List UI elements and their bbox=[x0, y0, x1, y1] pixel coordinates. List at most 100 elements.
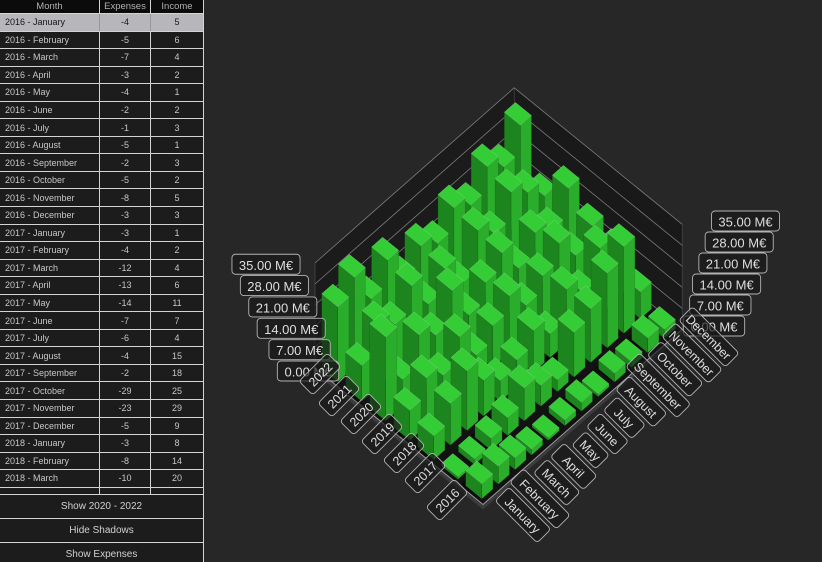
cell-expenses: -14 bbox=[100, 294, 151, 312]
svg-text:14.00 M€: 14.00 M€ bbox=[699, 278, 754, 293]
svg-text:7.00 M€: 7.00 M€ bbox=[697, 299, 745, 314]
cell-expenses: -23 bbox=[100, 400, 151, 417]
column-header-month: Month bbox=[0, 0, 100, 13]
table-row[interactable]: 2016 - February -5 6 bbox=[0, 31, 203, 50]
cell-expenses: -5 bbox=[100, 171, 151, 189]
cell-income: 1 bbox=[174, 140, 180, 151]
cell-month: 2016 - November bbox=[0, 189, 100, 207]
table-row[interactable]: 2016 - October -5 2 bbox=[0, 171, 203, 190]
cell-income: 3 bbox=[174, 210, 180, 221]
cell-month: 2017 - October bbox=[0, 382, 100, 400]
cell-expenses: -7 bbox=[100, 312, 151, 329]
table-row[interactable]: 2017 - January -3 1 bbox=[0, 224, 203, 243]
table-row[interactable]: 2017 - September -2 18 bbox=[0, 364, 203, 383]
cell-income: 2 bbox=[174, 69, 180, 80]
table-row[interactable]: 2017 - November -23 29 bbox=[0, 400, 203, 418]
table-row[interactable]: 2017 - October -29 25 bbox=[0, 382, 203, 401]
cell-income: 4 bbox=[174, 52, 180, 63]
cell-expenses: -1 bbox=[100, 119, 151, 136]
cell-month: 2018 - February bbox=[0, 452, 100, 470]
table-row[interactable]: 2017 - July -6 4 bbox=[0, 329, 203, 348]
cell-month: 2017 - February bbox=[0, 242, 100, 259]
cell-month: 2017 - May bbox=[0, 294, 100, 312]
y-axis-tick-label-right: 28.00 M€ bbox=[704, 231, 774, 253]
show-expenses-button[interactable]: Show Expenses bbox=[0, 542, 203, 562]
cell-income: 20 bbox=[171, 473, 182, 484]
data-panel: Month Expenses Income 2016 - January -4 5 2… bbox=[0, 0, 204, 562]
month-table: Month Expenses Income 2016 - January -4 5 2… bbox=[0, 0, 203, 495]
show-2020-2022-button[interactable]: Show 2020 - 2022 bbox=[0, 494, 203, 519]
table-row[interactable]: 2016 - March -7 4 bbox=[0, 49, 203, 67]
cell-expenses: -3 bbox=[100, 224, 151, 242]
table-row[interactable]: 2018 - March -10 20 bbox=[0, 470, 203, 488]
cell-expenses: -8 bbox=[100, 189, 151, 207]
cell-month: 2016 - June bbox=[0, 101, 100, 119]
table-row[interactable]: 2017 - March -12 4 bbox=[0, 259, 203, 278]
app-window: Month Expenses Income 2016 - January -4 5 2… bbox=[0, 0, 822, 562]
column-header-income: Income bbox=[161, 1, 193, 12]
cell-income: 4 bbox=[174, 333, 180, 344]
y-axis-tick-label-left: 7.00 M€ bbox=[268, 339, 331, 361]
cell-month: 2016 - January bbox=[0, 14, 100, 31]
cell-income: 7 bbox=[174, 315, 180, 326]
svg-text:35.00 M€: 35.00 M€ bbox=[718, 215, 773, 230]
cell-expenses: -13 bbox=[100, 277, 151, 294]
table-row[interactable]: 2017 - June -7 7 bbox=[0, 312, 203, 330]
cell-income: 4 bbox=[174, 262, 180, 273]
table-row[interactable]: 2017 - May -14 11 bbox=[0, 294, 203, 313]
cell-income: 2 bbox=[174, 105, 180, 115]
table-row[interactable]: 2017 - December -5 9 bbox=[0, 417, 203, 436]
cell-expenses: -7 bbox=[100, 49, 151, 66]
svg-text:14.00 M€: 14.00 M€ bbox=[264, 322, 319, 337]
cell-income: 11 bbox=[172, 298, 182, 309]
y-axis-tick-label-left: 35.00 M€ bbox=[231, 253, 301, 275]
cell-income: 5 bbox=[174, 17, 180, 28]
chart-canvas[interactable]: 0.00 M€0.00 M€7.00 M€7.00 M€14.00 M€14.0… bbox=[205, 0, 822, 562]
cell-expenses: -4 bbox=[100, 242, 151, 259]
table-row[interactable]: 2017 - February -4 2 bbox=[0, 242, 203, 260]
cell-month: 2016 - September bbox=[0, 154, 100, 171]
cell-income: 6 bbox=[174, 280, 180, 291]
chart-3d-panel: 0.00 M€0.00 M€7.00 M€7.00 M€14.00 M€14.0… bbox=[205, 0, 822, 562]
cell-month: 2017 - March bbox=[0, 259, 100, 277]
table-row[interactable]: 2016 - December -3 3 bbox=[0, 207, 203, 225]
cell-month: 2016 - February bbox=[0, 31, 100, 49]
cell-income: 9 bbox=[174, 420, 180, 431]
table-row[interactable]: 2016 - August -5 1 bbox=[0, 136, 203, 155]
cell-month: 2017 - December bbox=[0, 417, 100, 435]
table-row[interactable]: 2016 - November -8 5 bbox=[0, 189, 203, 208]
cell-income: 29 bbox=[171, 403, 182, 414]
table-row[interactable]: 2016 - April -3 2 bbox=[0, 66, 203, 85]
cell-month: 2018 - January bbox=[0, 435, 100, 452]
svg-text:21.00 M€: 21.00 M€ bbox=[706, 257, 761, 272]
cell-month: 2017 - April bbox=[0, 277, 100, 294]
svg-text:21.00 M€: 21.00 M€ bbox=[256, 300, 311, 315]
cell-expenses: -6 bbox=[100, 329, 151, 347]
cell-income: 15 bbox=[171, 350, 182, 361]
svg-text:28.00 M€: 28.00 M€ bbox=[712, 236, 767, 251]
table-row[interactable]: 2016 - January -4 5 bbox=[0, 14, 203, 32]
cell-month: 2017 - July bbox=[0, 329, 100, 347]
cell-month: 2017 - January bbox=[0, 224, 100, 242]
cell-expenses: -10 bbox=[100, 470, 151, 487]
cell-month: 2016 - July bbox=[0, 119, 100, 136]
table-row[interactable]: 2018 - January -3 8 bbox=[0, 435, 203, 453]
cell-month: 2016 - December bbox=[0, 207, 100, 224]
hide-shadows-button[interactable]: Hide Shadows bbox=[0, 518, 203, 543]
cell-income: 3 bbox=[174, 157, 180, 168]
cell-expenses: -4 bbox=[100, 347, 151, 364]
table-row[interactable]: 2016 - May -4 1 bbox=[0, 84, 203, 102]
cell-month: 2017 - June bbox=[0, 312, 100, 329]
table-row[interactable]: 2016 - September -2 3 bbox=[0, 154, 203, 172]
table-row[interactable]: 2018 - February -8 14 bbox=[0, 452, 203, 471]
table-header-row: Month Expenses Income bbox=[0, 0, 203, 14]
table-row[interactable]: 2016 - July -1 3 bbox=[0, 119, 203, 137]
svg-text:35.00 M€: 35.00 M€ bbox=[239, 258, 294, 273]
cell-expenses: -12 bbox=[100, 259, 151, 277]
cell-month: 2018 - March bbox=[0, 470, 100, 487]
cell-expenses: -3 bbox=[100, 207, 151, 224]
cell-month: 2017 - November bbox=[0, 400, 100, 417]
table-row[interactable]: 2016 - June -2 2 bbox=[0, 101, 203, 120]
table-row[interactable]: 2017 - August -4 15 bbox=[0, 347, 203, 365]
table-row[interactable]: 2017 - April -13 6 bbox=[0, 277, 203, 295]
